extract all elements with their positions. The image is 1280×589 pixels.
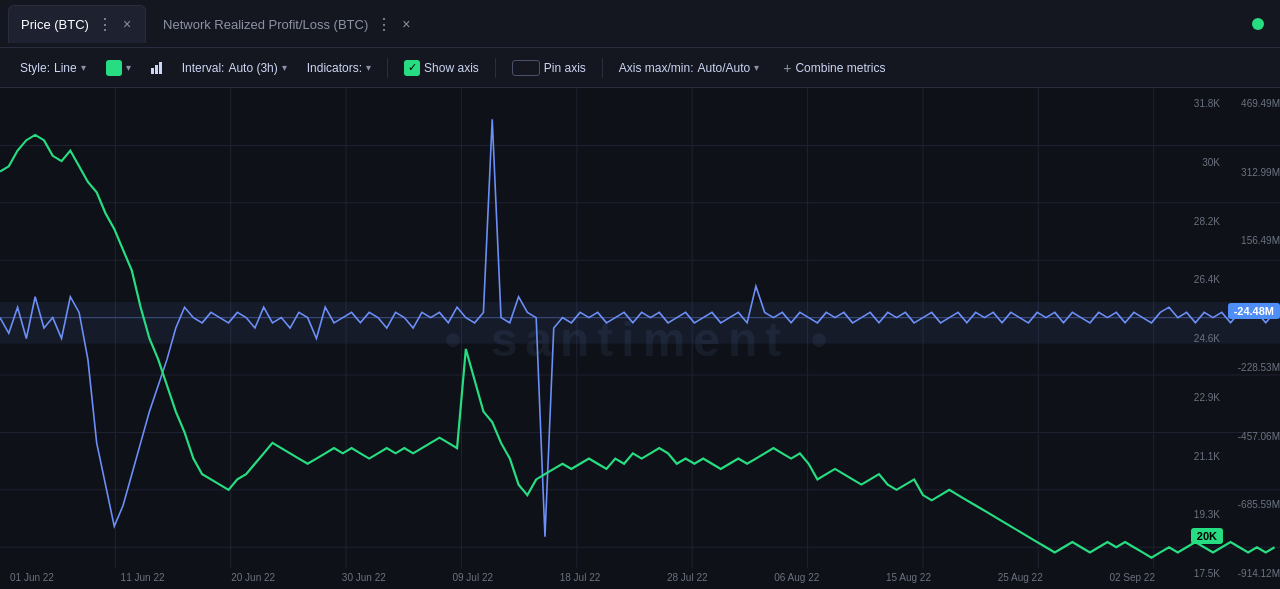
color-picker[interactable]: ▾ — [98, 56, 139, 80]
y-left-7: 19.3K — [1165, 509, 1220, 520]
nrpl-badge: -24.48M — [1228, 303, 1280, 319]
tab-nrpl-menu-icon[interactable]: ⋮ — [374, 13, 394, 36]
y-right-6: -685.59M — [1222, 499, 1280, 510]
axis-maxmin-chevron: ▾ — [754, 62, 759, 73]
tab-nrpl-label: Network Realized Profit/Loss (BTC) — [163, 17, 368, 32]
toolbar: Style: Line ▾ ▾ Interval: Auto (3h) ▾ In… — [0, 48, 1280, 88]
tab-nrpl-btc[interactable]: Network Realized Profit/Loss (BTC) ⋮ × — [150, 5, 425, 43]
app-container: Price (BTC) ⋮ × Network Realized Profit/… — [0, 0, 1280, 589]
x-label-10: 02 Sep 22 — [1109, 572, 1155, 583]
tab-nrpl-close-icon[interactable]: × — [400, 14, 412, 34]
y-left-1: 30K — [1165, 157, 1220, 168]
y-left-8: 17.5K — [1165, 568, 1220, 579]
y-axis-left: 31.8K 30K 28.2K 26.4K 24.6K 22.9K 21.1K … — [1165, 88, 1220, 589]
tab-price-label: Price (BTC) — [21, 17, 89, 32]
y-left-2: 28.2K — [1165, 216, 1220, 227]
y-left-6: 21.1K — [1165, 451, 1220, 462]
toolbar-divider-3 — [602, 58, 603, 78]
y-axis-right: 469.49M 312.99M 156.49M -228.53M -457.06… — [1222, 88, 1280, 589]
tab-close-icon[interactable]: × — [121, 14, 133, 34]
tab-bar: Price (BTC) ⋮ × Network Realized Profit/… — [0, 0, 1280, 48]
x-label-0: 01 Jun 22 — [10, 572, 54, 583]
x-label-2: 20 Jun 22 — [231, 572, 275, 583]
axis-maxmin-selector[interactable]: Axis max/min: Auto/Auto ▾ — [611, 57, 767, 79]
price-badge: 20K — [1191, 528, 1223, 544]
combine-metrics-label: Combine metrics — [795, 61, 885, 75]
interval-icon — [151, 62, 162, 74]
plus-icon: + — [783, 60, 791, 76]
axis-maxmin-value: Auto/Auto — [698, 61, 751, 75]
pin-axis-container[interactable]: Pin axis — [504, 56, 594, 80]
y-right-0: 469.49M — [1222, 98, 1280, 109]
show-axis-checkbox[interactable]: ✓ — [404, 60, 420, 76]
y-right-2: 156.49M — [1222, 235, 1280, 246]
color-swatch — [106, 60, 122, 76]
toolbar-divider-1 — [387, 58, 388, 78]
y-right-7: -914.12M — [1222, 568, 1280, 579]
x-label-9: 25 Aug 22 — [998, 572, 1043, 583]
y-left-5: 22.9K — [1165, 392, 1220, 403]
show-axis-toggle[interactable]: ✓ Show axis — [396, 56, 487, 80]
indicators-chevron: ▾ — [366, 62, 371, 73]
y-right-1: 312.99M — [1222, 167, 1280, 178]
interval-chevron: ▾ — [282, 62, 287, 73]
axis-maxmin-label: Axis max/min: — [619, 61, 694, 75]
toolbar-divider-2 — [495, 58, 496, 78]
chart-area: • santiment • — [0, 88, 1280, 589]
x-axis: 01 Jun 22 11 Jun 22 20 Jun 22 30 Jun 22 … — [0, 565, 1165, 589]
y-right-5: -457.06M — [1222, 431, 1280, 442]
y-left-0: 31.8K — [1165, 98, 1220, 109]
bar2 — [155, 65, 158, 74]
x-label-4: 09 Jul 22 — [452, 572, 493, 583]
tab-menu-icon[interactable]: ⋮ — [95, 13, 115, 36]
indicators-label: Indicators: — [307, 61, 362, 75]
show-axis-label: Show axis — [424, 61, 479, 75]
interval-label: Interval: — [182, 61, 225, 75]
style-value: Line — [54, 61, 77, 75]
x-label-1: 11 Jun 22 — [121, 572, 165, 583]
x-label-8: 15 Aug 22 — [886, 572, 931, 583]
color-chevron: ▾ — [126, 62, 131, 73]
y-left-3: 26.4K — [1165, 274, 1220, 285]
chart-svg — [0, 88, 1280, 589]
x-label-3: 30 Jun 22 — [342, 572, 386, 583]
interval-selector[interactable]: Interval: Auto (3h) ▾ — [174, 57, 295, 79]
style-label: Style: — [20, 61, 50, 75]
y-right-4: -228.53M — [1222, 362, 1280, 373]
x-label-5: 18 Jul 22 — [560, 572, 601, 583]
interval-value: Auto (3h) — [228, 61, 277, 75]
pin-axis-checkbox[interactable] — [512, 60, 540, 76]
y-left-4: 24.6K — [1165, 333, 1220, 344]
style-chevron: ▾ — [81, 62, 86, 73]
interval-icon-btn[interactable] — [143, 58, 170, 78]
x-label-6: 28 Jul 22 — [667, 572, 708, 583]
style-selector[interactable]: Style: Line ▾ — [12, 57, 94, 79]
combine-metrics-btn[interactable]: + Combine metrics — [775, 56, 893, 80]
bar3 — [159, 62, 162, 74]
x-label-7: 06 Aug 22 — [774, 572, 819, 583]
svg-rect-19 — [0, 302, 1280, 344]
tab-price-btc[interactable]: Price (BTC) ⋮ × — [8, 5, 146, 43]
bar1 — [151, 68, 154, 74]
indicators-selector[interactable]: Indicators: ▾ — [299, 57, 379, 79]
pin-axis-label: Pin axis — [544, 61, 586, 75]
status-dot — [1252, 18, 1264, 30]
